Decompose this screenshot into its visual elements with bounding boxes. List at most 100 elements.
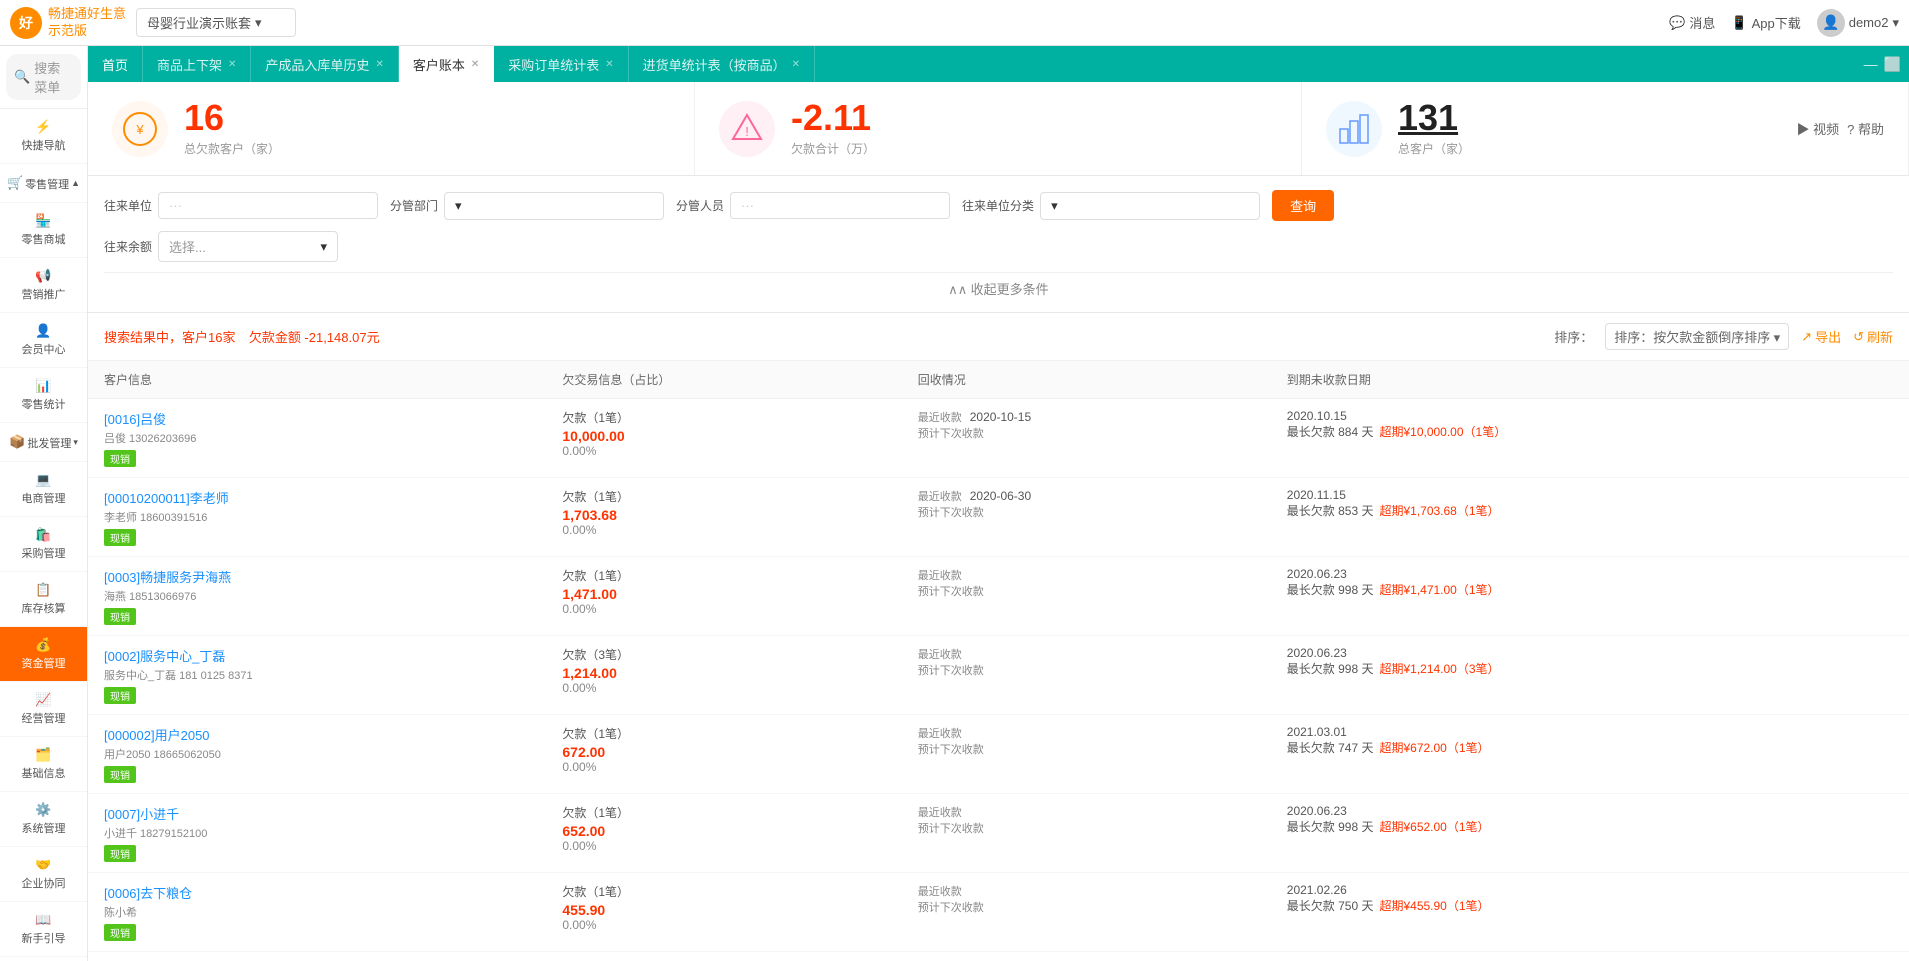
col-header-debt: 欠交易信息（占比） (546, 361, 901, 399)
stat-body-debtors: 16 总欠款客户（家） (184, 100, 670, 157)
sidebar-item-purchase[interactable]: 🛍️ 采购管理 (0, 517, 87, 572)
customer-name-link-4[interactable]: [000002]用户2050 (104, 725, 530, 744)
sidebar-item-retail-mgmt[interactable]: 🛒 零售管理 ▲ (0, 164, 87, 203)
company-select[interactable]: 母婴行业演示账套 ▾ (136, 8, 296, 37)
due-date-0: 2020.10.15 (1287, 409, 1893, 423)
customer-name-link-2[interactable]: [0003]畅捷服务尹海燕 (104, 567, 530, 586)
customer-name-link-1[interactable]: [00010200011]李老师 (104, 488, 530, 507)
filter-input-dept[interactable]: ▾ (444, 192, 664, 220)
cell-debt-5: 欠款（1笔） 652.00 0.00% (546, 794, 901, 873)
tab-collapse-btn[interactable]: — (1864, 56, 1878, 72)
tab-home[interactable]: 首页 (88, 46, 143, 82)
avatar: 👤 (1817, 9, 1845, 37)
customer-tag-6: 现销 (104, 924, 136, 941)
cell-due-1: 2020.11.15 最长欠款 853 天 超期¥1,703.68（1笔） (1271, 478, 1909, 557)
app-download-btn[interactable]: 📱 App下载 (1731, 13, 1800, 32)
tab-close-inbound-history[interactable]: ✕ (375, 59, 383, 70)
sidebar-item-retail-mall[interactable]: 🏪 零售商城 (0, 203, 87, 258)
sidebar-item-marketing[interactable]: 📢 营销推广 (0, 258, 87, 313)
help-btn[interactable]: ? 帮助 (1847, 119, 1884, 138)
filter-input-category[interactable]: ▾ (1040, 192, 1260, 220)
sidebar-search-box[interactable]: 🔍 搜索菜单 (6, 54, 81, 100)
tab-purchase-stats[interactable]: 采购订单统计表 ✕ (494, 46, 628, 82)
cell-collection-1: 最近收款 2020-06-30 预计下次收款 (902, 478, 1271, 557)
customer-contact-2: 海燕 18513066976 (104, 588, 530, 604)
overdue-link-1[interactable]: 超期¥1,703.68（1笔） (1379, 502, 1499, 519)
sort-select[interactable]: 排序：按欠款金额倒序排序 ▾ (1605, 323, 1789, 350)
export-btn[interactable]: ↗ 导出 (1801, 327, 1841, 346)
tab-close-purchase-stats[interactable]: ✕ (605, 59, 613, 70)
app-download-label: App下载 (1752, 13, 1801, 32)
overdue-days-3: 最长欠款 998 天 (1287, 660, 1374, 677)
next-collection-5: 预计下次收款 (918, 820, 1255, 836)
ecommerce-icon: 💻 (6, 472, 81, 488)
message-btn[interactable]: 💬 消息 (1669, 13, 1715, 32)
top-bar: 好 畅捷通好生意 示范版 母婴行业演示账套 ▾ 💬 消息 📱 App下载 👤 (0, 0, 1909, 46)
filter-input-customer[interactable]: ··· (158, 192, 378, 219)
sidebar-item-wholesale[interactable]: 📦 批发管理 ▾ (0, 423, 87, 462)
retail-mall-icon: 🏪 (6, 213, 81, 229)
cell-due-5: 2020.06.23 最长欠款 998 天 超期¥652.00（1笔） (1271, 794, 1909, 873)
search-placeholder: 搜索菜单 (34, 58, 73, 96)
overdue-link-6[interactable]: 超期¥455.90（1笔） (1379, 897, 1489, 914)
customer-name-link-6[interactable]: [0006]去下粮仓 (104, 883, 530, 902)
sidebar-item-inventory[interactable]: 📋 库存核算 (0, 572, 87, 627)
query-button[interactable]: 查询 (1272, 190, 1334, 221)
sidebar-item-business[interactable]: 📈 经营管理 (0, 682, 87, 737)
sidebar-item-retail-stats[interactable]: 📊 零售统计 (0, 368, 87, 423)
help-label: 帮助 (1858, 122, 1884, 137)
filter-input-person[interactable]: ··· (730, 192, 950, 219)
cell-customer-5: [0007]小进千 小进千 18279152100 现销 (88, 794, 546, 873)
debt-amount-0: 10,000.00 (562, 428, 885, 444)
tab-product-listing[interactable]: 商品上下架 ✕ (143, 46, 251, 82)
sidebar-item-finance[interactable]: 💰 资金管理 (0, 627, 87, 682)
sidebar-item-app-center[interactable]: 🔲 应用中心 (0, 957, 87, 961)
sidebar-item-guide[interactable]: 📖 新手引导 (0, 902, 87, 957)
filter-label-customer: 往来单位 (104, 197, 152, 214)
tab-inbound-history-label: 产成品入库单历史 (265, 55, 369, 74)
sidebar-label-wholesale: 批发管理 (27, 435, 71, 451)
debt-ratio-4: 0.00% (562, 760, 885, 774)
user-menu[interactable]: 👤 demo2 ▾ (1817, 9, 1899, 37)
expand-icon: ▲ (71, 178, 80, 188)
overdue-link-4[interactable]: 超期¥672.00（1笔） (1379, 739, 1489, 756)
stat-icon-debtors: ¥ (112, 101, 168, 157)
filter-collapse-btn[interactable]: ∧∧ 收起更多条件 (104, 272, 1893, 304)
cell-debt-1: 欠款（1笔） 1,703.68 0.00% (546, 478, 901, 557)
sidebar-item-system[interactable]: ⚙️ 系统管理 (0, 792, 87, 847)
sidebar-item-collab[interactable]: 🤝 企业协同 (0, 847, 87, 902)
customer-name-link-5[interactable]: [0007]小进千 (104, 804, 530, 823)
debt-ratio-3: 0.00% (562, 681, 885, 695)
sidebar-item-quick-nav[interactable]: ⚡ 快捷导航 (0, 109, 87, 164)
tab-close-product-listing[interactable]: ✕ (228, 59, 236, 70)
stat-label-debtors: 总欠款客户（家） (184, 140, 670, 157)
tab-close-customer-account[interactable]: ✕ (471, 59, 479, 70)
last-collection-label-5: 最近收款 (918, 804, 962, 820)
retail-stats-icon: 📊 (6, 378, 81, 394)
sort-label: 排序：按欠款金额倒序排序 (1614, 330, 1770, 345)
overdue-link-3[interactable]: 超期¥1,214.00（3笔） (1379, 660, 1499, 677)
customer-name-link-0[interactable]: [0016]吕俊 (104, 409, 530, 428)
filter-input-balance[interactable]: 选择... ▾ (158, 231, 338, 262)
collab-icon: 🤝 (6, 857, 81, 873)
sidebar-item-member[interactable]: 👤 会员中心 (0, 313, 87, 368)
tab-inbound-stats[interactable]: 进货单统计表（按商品） ✕ (629, 46, 815, 82)
tab-inbound-history[interactable]: 产成品入库单历史 ✕ (251, 46, 398, 82)
customer-contact-3: 服务中心_丁磊 181 0125 8371 (104, 667, 530, 683)
cell-debt-6: 欠款（1笔） 455.90 0.00% (546, 873, 901, 952)
video-btn[interactable]: ▶ 视频 (1796, 119, 1839, 138)
tab-close-inbound-stats[interactable]: ✕ (792, 59, 800, 70)
tab-expand-btn[interactable]: ⬜ (1884, 56, 1901, 73)
refresh-btn[interactable]: ↺ 刷新 (1853, 327, 1893, 346)
last-collection-label-0: 最近收款 (918, 409, 962, 425)
debt-ratio-0: 0.00% (562, 444, 885, 458)
tab-customer-account[interactable]: 客户账本 ✕ (399, 46, 494, 82)
sidebar-item-basic-info[interactable]: 🗂️ 基础信息 (0, 737, 87, 792)
overdue-link-5[interactable]: 超期¥652.00（1笔） (1379, 818, 1489, 835)
sidebar-item-ecommerce[interactable]: 💻 电商管理 (0, 462, 87, 517)
overdue-link-0[interactable]: 超期¥10,000.00（1笔） (1379, 423, 1506, 440)
overdue-link-2[interactable]: 超期¥1,471.00（1笔） (1379, 581, 1499, 598)
customer-name-link-3[interactable]: [0002]服务中心_丁磊 (104, 646, 530, 665)
cell-collection-5: 最近收款 预计下次收款 (902, 794, 1271, 873)
due-date-4: 2021.03.01 (1287, 725, 1893, 739)
